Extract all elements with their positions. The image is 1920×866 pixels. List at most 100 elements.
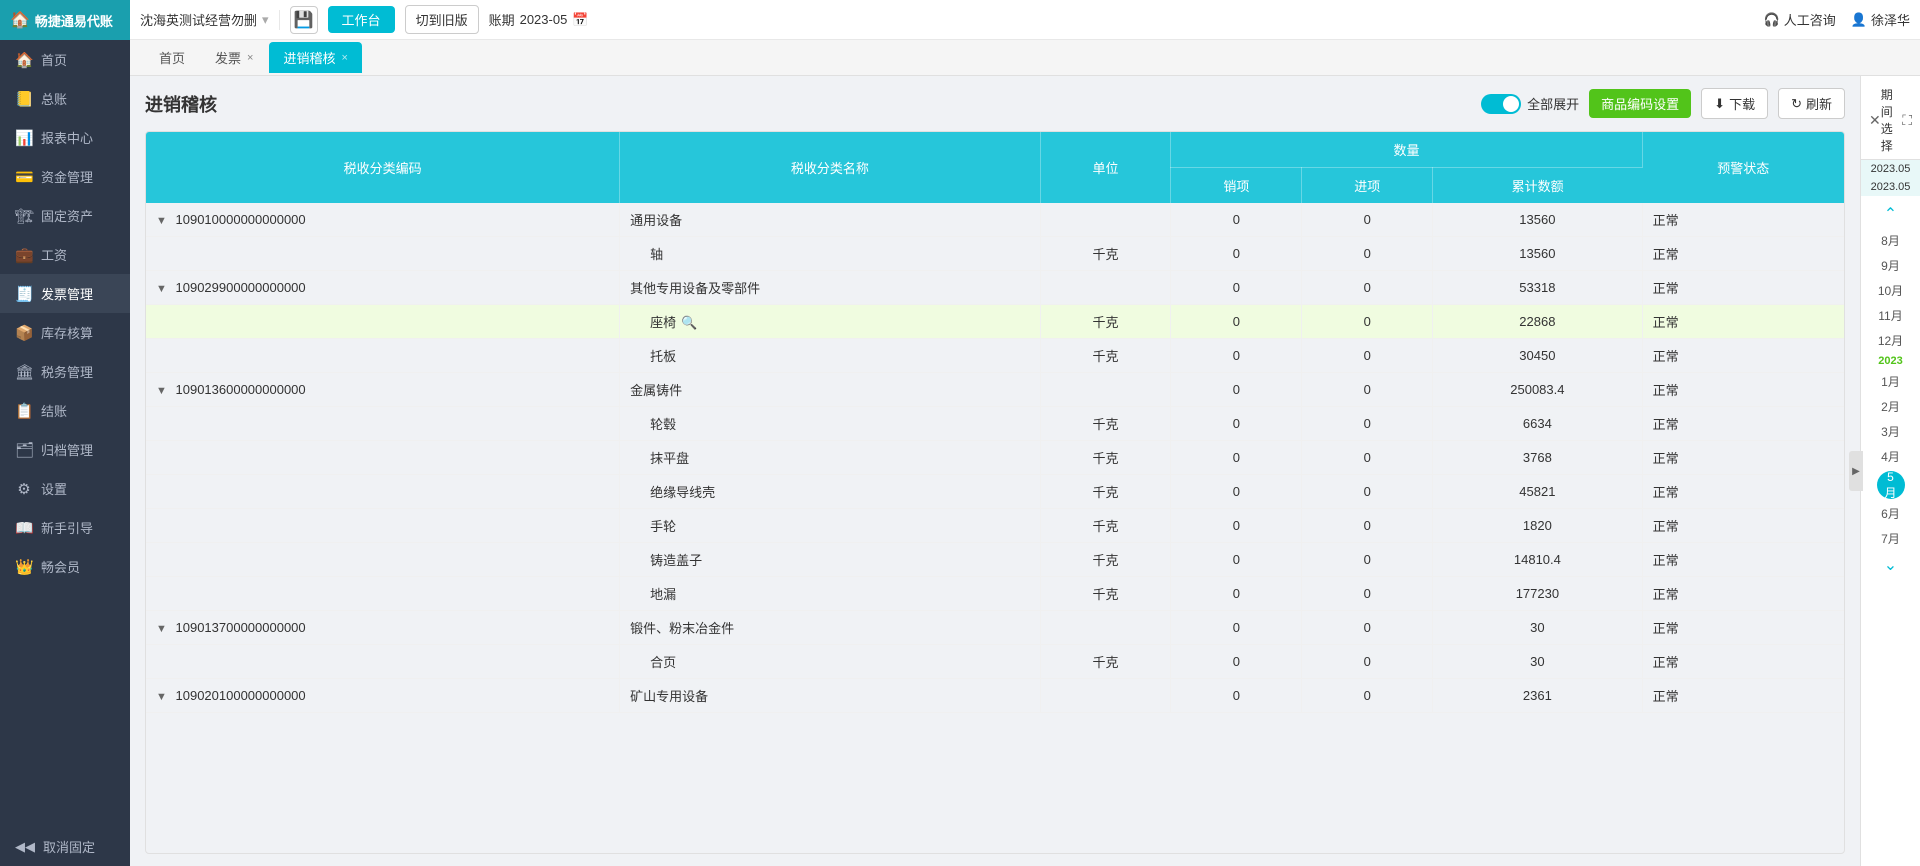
support-button[interactable]: 🎧 人工咨询 <box>1764 10 1836 29</box>
download-label: 下载 <box>1729 94 1755 113</box>
sale-cell: 0 <box>1171 271 1302 305</box>
sidebar-item-ledger[interactable]: 📒 总账 <box>0 79 130 118</box>
sale-cell: 0 <box>1171 305 1302 339</box>
col-tax-name: 税收分类名称 <box>620 132 1040 203</box>
sale-cell: 0 <box>1171 407 1302 441</box>
company-selector[interactable]: 沈海英测试经营勿删 ▾ <box>140 10 269 29</box>
month-8[interactable]: 8月 <box>1861 228 1920 253</box>
month-12[interactable]: 12月 <box>1861 328 1920 353</box>
search-icon[interactable]: 🔍 <box>681 315 697 330</box>
old-version-button[interactable]: 切到旧版 <box>405 5 479 34</box>
sidebar-item-checkout[interactable]: 📋 结账 <box>0 391 130 430</box>
sidebar-item-funds[interactable]: 💳 资金管理 <box>0 157 130 196</box>
unit-cell: 千克 <box>1040 475 1171 509</box>
month-2[interactable]: 2月 <box>1861 394 1920 419</box>
sale-cell: 0 <box>1171 577 1302 611</box>
total-cell: 1820 <box>1433 509 1642 543</box>
table-row: 轴 千克 0 0 13560 正常 <box>146 237 1844 271</box>
topbar-divider <box>279 10 280 30</box>
month-3[interactable]: 3月 <box>1861 419 1920 444</box>
page-content: 进销稽核 全部展开 商品编码设置 ⬇ 下载 ↻ 刷新 <box>130 76 1860 866</box>
period-label: 账期 <box>489 10 515 29</box>
expand-icon[interactable]: ▼ <box>156 385 167 397</box>
sidebar-item-label: 报表中心 <box>41 128 93 147</box>
year-label: 2023 <box>1878 353 1902 369</box>
sidebar-unpin-button[interactable]: ◀◀ 取消固定 <box>0 827 130 866</box>
month-4[interactable]: 4月 <box>1861 444 1920 469</box>
unit-cell: 千克 <box>1040 407 1171 441</box>
tab-invoice[interactable]: 发票 × <box>201 42 267 73</box>
tab-invoice-close[interactable]: × <box>247 52 253 64</box>
sidebar-item-archive[interactable]: 🗂 归档管理 <box>0 430 130 469</box>
toggle-switch[interactable] <box>1481 94 1521 114</box>
company-name: 沈海英测试经营勿删 <box>140 10 257 29</box>
download-icon: ⬇ <box>1714 96 1725 112</box>
tax-name-cell: 轮毂 <box>620 407 1040 441</box>
tab-reconciliation[interactable]: 进销稽核 × <box>269 42 361 73</box>
sale-cell: 0 <box>1171 441 1302 475</box>
purchase-cell: 0 <box>1302 441 1433 475</box>
expand-panel-icon[interactable]: ⛶ <box>1902 112 1912 129</box>
purchase-cell: 0 <box>1302 339 1433 373</box>
month-10[interactable]: 10月 <box>1861 278 1920 303</box>
purchase-cell: 0 <box>1302 679 1433 713</box>
unit-cell <box>1040 611 1171 645</box>
save-button[interactable]: 💾 <box>290 6 318 34</box>
sidebar-bottom-label: 取消固定 <box>43 837 95 856</box>
total-cell: 30450 <box>1433 339 1642 373</box>
table-row: 手轮 千克 0 0 1820 正常 <box>146 509 1844 543</box>
sale-cell: 0 <box>1171 203 1302 237</box>
unit-cell: 千克 <box>1040 237 1171 271</box>
tax-name-cell: 轴 <box>620 237 1040 271</box>
toggle-all-label: 全部展开 <box>1527 94 1579 113</box>
vip-icon: 👑 <box>15 558 33 576</box>
sidebar-item-label: 工资 <box>41 245 67 264</box>
period-down-button[interactable]: ⌄ <box>1880 551 1901 579</box>
sidebar-item-home[interactable]: 🏠 首页 <box>0 40 130 79</box>
ledger-icon: 📒 <box>15 90 33 108</box>
status-cell: 正常 <box>1642 237 1844 271</box>
toggle-all-control[interactable]: 全部展开 <box>1481 94 1579 114</box>
expand-icon[interactable]: ▼ <box>156 623 167 635</box>
col-status: 预警状态 <box>1642 132 1844 203</box>
close-panel-icon[interactable]: ✕ <box>1869 112 1881 129</box>
sidebar-item-tax[interactable]: 🏛 税务管理 <box>0 352 130 391</box>
expand-icon[interactable]: ▼ <box>156 283 167 295</box>
sidebar-item-settings[interactable]: ⚙ 设置 <box>0 469 130 508</box>
download-button[interactable]: ⬇ 下载 <box>1701 88 1768 119</box>
period-up-button[interactable]: ⌃ <box>1880 200 1901 228</box>
tab-home[interactable]: 首页 <box>145 42 199 73</box>
page-header: 进销稽核 全部展开 商品编码设置 ⬇ 下载 ↻ 刷新 <box>145 88 1845 119</box>
sidebar-item-vip[interactable]: 👑 畅会员 <box>0 547 130 586</box>
tax-code-cell: ▼ 109010000000000000 <box>146 203 620 237</box>
tab-reconciliation-close[interactable]: × <box>341 52 347 64</box>
month-1[interactable]: 1月 <box>1861 369 1920 394</box>
sidebar-item-inventory[interactable]: 📦 库存核算 <box>0 313 130 352</box>
month-5-active[interactable]: 5月 <box>1877 471 1905 499</box>
month-9[interactable]: 9月 <box>1861 253 1920 278</box>
tax-code-cell <box>146 441 620 475</box>
calendar-icon[interactable]: 📅 <box>572 12 588 28</box>
user-menu[interactable]: 👤 徐泽华 <box>1851 10 1910 29</box>
panel-toggle-button[interactable]: ▶ <box>1849 451 1863 491</box>
purchase-cell: 0 <box>1302 543 1433 577</box>
expand-icon[interactable]: ▼ <box>156 691 167 703</box>
page-title: 进销稽核 <box>145 91 217 117</box>
workbench-button[interactable]: 工作台 <box>328 6 395 33</box>
status-cell: 正常 <box>1642 271 1844 305</box>
sidebar-item-fixed-assets[interactable]: 🏗 固定资产 <box>0 196 130 235</box>
sidebar-item-guide[interactable]: 📖 新手引导 <box>0 508 130 547</box>
month-11[interactable]: 11月 <box>1861 303 1920 328</box>
sidebar-item-salary[interactable]: 💼 工资 <box>0 235 130 274</box>
sidebar-item-reports[interactable]: 📊 报表中心 <box>0 118 130 157</box>
sidebar-item-invoice[interactable]: 🧾 发票管理 <box>0 274 130 313</box>
table-row: ▼ 109020100000000000 矿山专用设备 0 0 2361 正常 <box>146 679 1844 713</box>
product-code-button[interactable]: 商品编码设置 <box>1589 89 1691 118</box>
month-7[interactable]: 7月 <box>1861 526 1920 551</box>
month-6[interactable]: 6月 <box>1861 501 1920 526</box>
refresh-button[interactable]: ↻ 刷新 <box>1778 88 1845 119</box>
total-cell: 30 <box>1433 645 1642 679</box>
tax-name-cell: 托板 <box>620 339 1040 373</box>
expand-icon[interactable]: ▼ <box>156 215 167 227</box>
sale-cell: 0 <box>1171 611 1302 645</box>
